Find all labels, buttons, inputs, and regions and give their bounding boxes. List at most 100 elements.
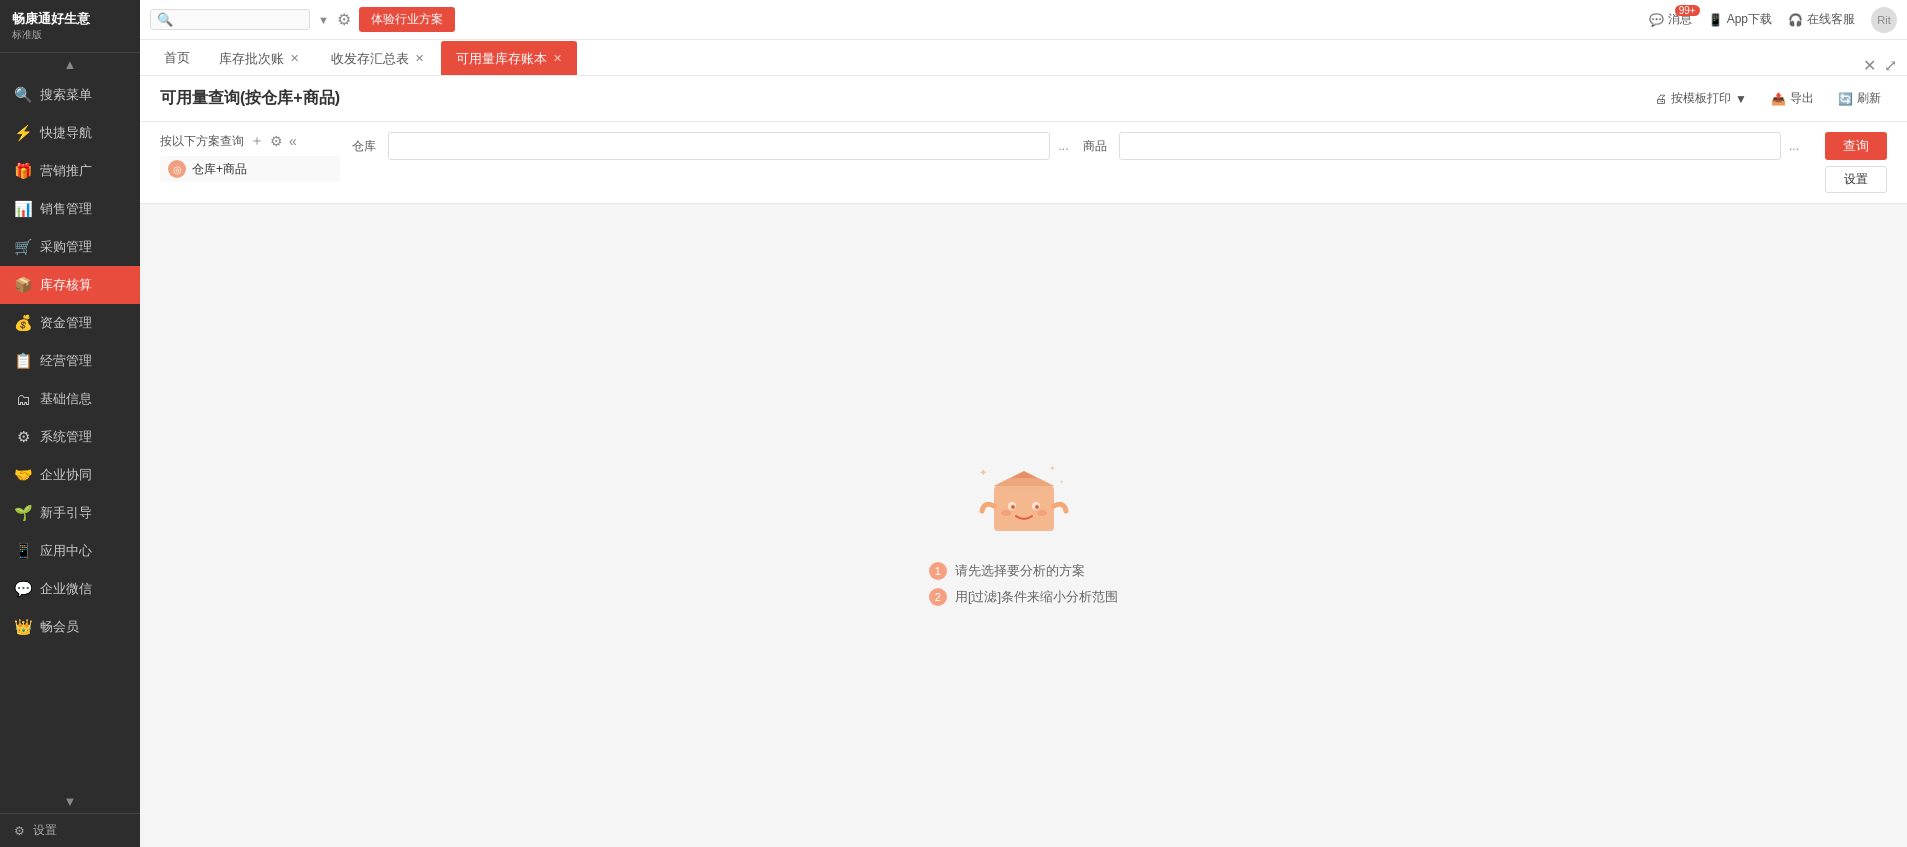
message-btn[interactable]: 💬 消息 99+ (1649, 11, 1692, 28)
filter-left: 按以下方案查询 ＋ ⚙ « ◎ 仓库+商品 (160, 132, 340, 182)
search-dropdown-btn[interactable]: ▼ (318, 14, 329, 26)
basic-info-icon: 🗂 (14, 391, 32, 408)
filter-area: 按以下方案查询 ＋ ⚙ « ◎ 仓库+商品 仓库 ... (140, 122, 1907, 204)
settings-btn[interactable]: 设置 (1825, 166, 1887, 193)
tab-receive-summary-label: 收发存汇总表 (331, 50, 409, 68)
refresh-icon: 🔄 (1838, 92, 1853, 106)
goods-input[interactable] (1119, 132, 1781, 160)
tab-receive-summary[interactable]: 收发存汇总表 ✕ (316, 41, 439, 75)
tab-available-ledger-close[interactable]: ✕ (553, 52, 562, 65)
tab-home[interactable]: 首页 (150, 41, 204, 75)
svg-point-8 (1037, 510, 1047, 516)
shortcut-icon: ⚡ (14, 124, 32, 142)
business-mgmt-icon: 📋 (14, 352, 32, 370)
online-service-label: 在线客服 (1807, 11, 1855, 28)
app-center-icon: 📱 (14, 542, 32, 560)
sidebar-item-label: 搜索菜单 (40, 86, 92, 104)
message-badge: 99+ (1675, 5, 1700, 16)
sidebar-item-inventory-calc[interactable]: 📦库存核算 (0, 266, 140, 304)
content-area: 可用量查询(按仓库+商品) 🖨 按模板打印 ▼ 📤 导出 🔄 刷新 (140, 76, 1907, 847)
search-input[interactable] (177, 13, 287, 27)
finance-mgmt-icon: 💰 (14, 314, 32, 332)
export-btn[interactable]: 📤 导出 (1765, 86, 1820, 111)
svg-text:✦: ✦ (979, 467, 987, 478)
phone-icon: 📱 (1708, 13, 1723, 27)
sidebar-item-system-mgmt[interactable]: ⚙系统管理 (0, 418, 140, 456)
sidebar-item-search[interactable]: 🔍 搜索菜单 (0, 76, 140, 114)
add-scheme-btn[interactable]: ＋ (250, 132, 264, 150)
tab-maximize-btn[interactable]: ⤢ (1884, 56, 1897, 75)
sidebar-logo-title: 畅康通好生意 (12, 10, 128, 28)
sidebar-logo-sub: 标准版 (12, 28, 128, 42)
filter-scheme-label: 按以下方案查询 ＋ ⚙ « (160, 132, 340, 150)
tab-available-ledger-label: 可用量库存账本 (456, 50, 547, 68)
tab-available-ledger[interactable]: 可用量库存账本 ✕ (441, 41, 577, 75)
sidebar-item-label: 销售管理 (40, 200, 92, 218)
sidebar-item-sales-mgmt[interactable]: 📊销售管理 (0, 190, 140, 228)
print-dropdown-icon: ▼ (1735, 92, 1747, 106)
sidebar-item-basic-info[interactable]: 🗂基础信息 (0, 380, 140, 418)
sidebar-item-enterprise-wechat[interactable]: 💬 企业微信 (0, 570, 140, 608)
sidebar-item-enterprise-coop[interactable]: 🤝企业协同 (0, 456, 140, 494)
print-btn[interactable]: 🖨 按模板打印 ▼ (1649, 86, 1753, 111)
scheme-item-warehouse-goods[interactable]: ◎ 仓库+商品 (160, 156, 340, 182)
filter-right: 仓库 ... 商品 ... (352, 132, 1801, 160)
tabbar-actions: ✕ ⤢ (1863, 56, 1907, 75)
marketing-promo-icon: 🎁 (14, 162, 32, 180)
sidebar-item-marketing-promo[interactable]: 🎁营销推广 (0, 152, 140, 190)
enterprise-coop-icon: 🤝 (14, 466, 32, 484)
goods-label: 商品 (1083, 138, 1113, 155)
warehouse-more-btn[interactable]: ... (1056, 137, 1070, 155)
enterprise-wechat-icon: 💬 (14, 580, 32, 598)
tab-batch-account-label: 库存批次账 (219, 50, 284, 68)
settings-icon[interactable]: ⚙ (337, 10, 351, 29)
tabbar: 首页 库存批次账 ✕ 收发存汇总表 ✕ 可用量库存账本 ✕ ✕ ⤢ (140, 40, 1907, 76)
sidebar-item-label: 企业微信 (40, 580, 92, 598)
export-icon: 📤 (1771, 92, 1786, 106)
gear-icon: ⚙ (14, 824, 25, 838)
user-profile-btn[interactable]: Rit (1871, 7, 1897, 33)
online-service-btn[interactable]: 🎧 在线客服 (1788, 11, 1855, 28)
filter-row-warehouse: 仓库 ... 商品 ... (352, 132, 1801, 160)
svg-text:✦: ✦ (1059, 479, 1064, 485)
sidebar-footer-label: 设置 (33, 822, 57, 839)
tab-receive-summary-close[interactable]: ✕ (415, 52, 424, 65)
sidebar-scroll-down[interactable]: ▼ (0, 790, 140, 813)
page-title: 可用量查询(按仓库+商品) (160, 88, 340, 109)
sidebar-item-app-center[interactable]: 📱应用中心 (0, 532, 140, 570)
sidebar-item-label: 库存核算 (40, 276, 92, 294)
scheme-item-icon: ◎ (168, 160, 186, 178)
scheme-item-label: 仓库+商品 (192, 161, 247, 178)
scheme-label-text: 按以下方案查询 (160, 133, 244, 150)
sidebar-item-member[interactable]: 👑畅会员 (0, 608, 140, 646)
tab-close-all-btn[interactable]: ✕ (1863, 56, 1876, 75)
action-buttons: 查询 设置 (1813, 132, 1887, 193)
collapse-scheme-btn[interactable]: « (289, 133, 297, 149)
empty-tip-1: 1 请先选择要分析的方案 (929, 562, 1118, 580)
empty-state: ✦ ✦ ✦ 1 请先选择要分析的方案 2 用[过滤]条件来缩小分析范围 (140, 204, 1907, 847)
export-label: 导出 (1790, 90, 1814, 107)
sidebar-item-business-mgmt[interactable]: 📋经营管理 (0, 342, 140, 380)
sidebar-scroll-up[interactable]: ▲ (0, 53, 140, 76)
query-btn[interactable]: 查询 (1825, 132, 1887, 160)
tab-batch-account-close[interactable]: ✕ (290, 52, 299, 65)
svg-point-5 (1011, 505, 1015, 509)
search-box[interactable]: 🔍 (150, 9, 310, 30)
tab-batch-account[interactable]: 库存批次账 ✕ (204, 41, 314, 75)
app-download-btn[interactable]: 📱 App下载 (1708, 11, 1772, 28)
sidebar-item-shortcut[interactable]: ⚡快捷导航 (0, 114, 140, 152)
sidebar-item-purchase-mgmt[interactable]: 🛒采购管理 (0, 228, 140, 266)
sidebar-item-new-guide[interactable]: 🌱新手引导 (0, 494, 140, 532)
sidebar: 畅康通好生意 标准版 ▲ 🔍 搜索菜单 ⚡快捷导航🎁营销推广📊销售管理🛒采购管理📦库… (0, 0, 140, 847)
search-icon: 🔍 (14, 86, 32, 104)
refresh-btn[interactable]: 🔄 刷新 (1832, 86, 1887, 111)
trial-btn[interactable]: 体验行业方案 (359, 7, 455, 32)
goods-more-btn[interactable]: ... (1787, 137, 1801, 155)
edit-scheme-btn[interactable]: ⚙ (270, 133, 283, 149)
warehouse-input[interactable] (388, 132, 1050, 160)
sidebar-footer[interactable]: ⚙ 设置 (0, 813, 140, 847)
sidebar-item-finance-mgmt[interactable]: 💰 资金管理 (0, 304, 140, 342)
page-header: 可用量查询(按仓库+商品) 🖨 按模板打印 ▼ 📤 导出 🔄 刷新 (140, 76, 1907, 122)
sidebar-item-label: 资金管理 (40, 314, 92, 332)
page-header-actions: 🖨 按模板打印 ▼ 📤 导出 🔄 刷新 (1649, 86, 1887, 111)
